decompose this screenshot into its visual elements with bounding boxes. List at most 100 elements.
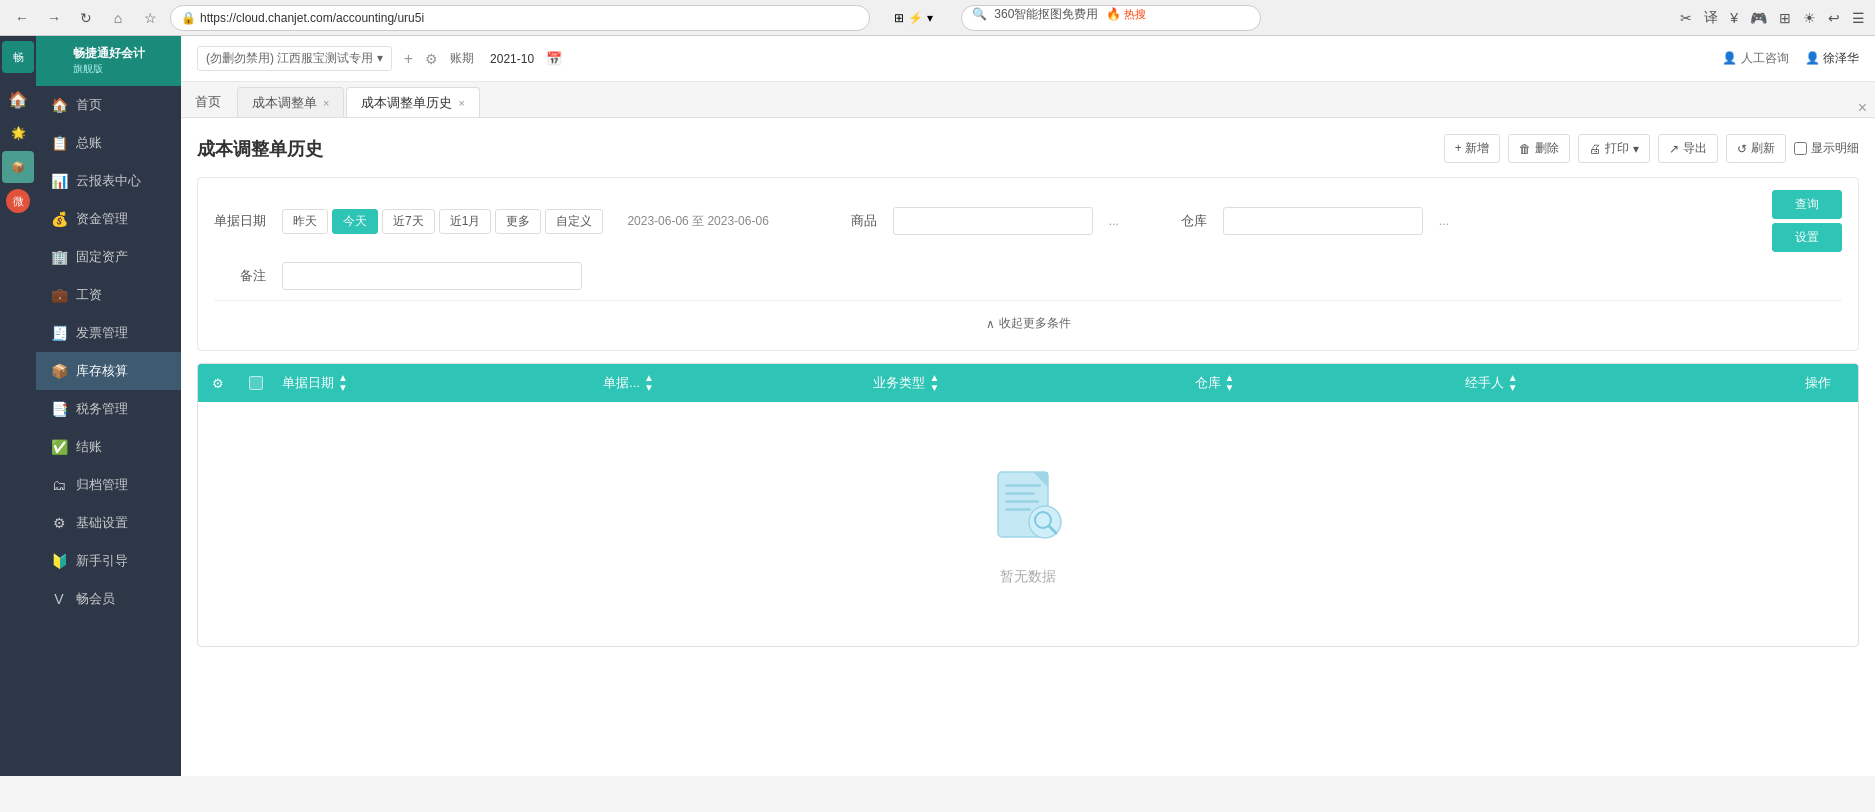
home-button[interactable]: ⌂ xyxy=(106,6,130,30)
back-button[interactable]: ← xyxy=(10,6,34,30)
filter-row-date: 单据日期 昨天 今天 近7天 近1月 更多 自定义 2023-06-06 至 2… xyxy=(214,190,1842,252)
th-date[interactable]: 单据日期 ▲▼ xyxy=(274,373,595,393)
search-bar[interactable]: 🔍 360智能抠图免费用 🔥 热搜 xyxy=(961,5,1261,31)
date-btn-more[interactable]: 更多 xyxy=(495,209,541,234)
sidebar-item-archive[interactable]: 🗂 归档管理 xyxy=(36,466,181,504)
search-btn[interactable]: 查询 xyxy=(1772,190,1842,219)
tab-cost-adjust-history-close[interactable]: × xyxy=(458,97,464,109)
sidebar-item-funds[interactable]: 💰 资金管理 xyxy=(36,200,181,238)
sidebar-item-archive-label: 归档管理 xyxy=(76,476,128,494)
grid-icon: ⊞ xyxy=(894,11,904,25)
th-operator-sort-icon: ▲▼ xyxy=(1508,373,1518,393)
tab-cost-adjust-history-label: 成本调整单历史 xyxy=(361,94,452,112)
funds-icon: 💰 xyxy=(50,211,68,227)
forward-button[interactable]: → xyxy=(42,6,66,30)
th-type-sort-icon: ▲▼ xyxy=(929,373,939,393)
delete-icon: 🗑 xyxy=(1519,142,1531,156)
collapse-btn[interactable]: ∧ 收起更多条件 xyxy=(986,309,1071,338)
display-toggle-checkbox[interactable] xyxy=(1794,142,1807,155)
goods-filter-input[interactable] xyxy=(893,207,1093,235)
service-btn[interactable]: 👤 人工咨询 xyxy=(1722,50,1788,67)
sidebar-item-tax-label: 税务管理 xyxy=(76,400,128,418)
add-company-btn[interactable]: + xyxy=(404,50,413,68)
display-toggle[interactable]: 显示明细 xyxy=(1794,140,1859,157)
browser-chrome: ← → ↻ ⌂ ☆ 🔒 https://cloud.chanjet.com/ac… xyxy=(0,0,1875,36)
th-checkbox[interactable] xyxy=(238,376,274,390)
left-icon-2[interactable]: 🏠 xyxy=(2,83,34,115)
tax-icon: 📑 xyxy=(50,401,68,417)
tab-cost-adjust-history[interactable]: 成本调整单历史 × xyxy=(346,87,479,117)
logo-text: 畅捷通好会计 xyxy=(73,46,145,62)
bookmark-button[interactable]: ☆ xyxy=(138,6,162,30)
sidebar-item-salary[interactable]: 💼 工资 xyxy=(36,276,181,314)
sidebar-item-ledger[interactable]: 📋 总账 xyxy=(36,124,181,162)
left-icon-weibo[interactable]: 微 xyxy=(6,189,30,213)
date-btn-1month[interactable]: 近1月 xyxy=(439,209,492,234)
calendar-icon[interactable]: 📅 xyxy=(546,51,562,66)
th-gear-btn[interactable]: ⚙ xyxy=(198,376,238,391)
collapse-label: 收起更多条件 xyxy=(999,315,1071,332)
close-all-icon[interactable]: × xyxy=(1858,99,1867,117)
left-icon-4[interactable]: 📦 xyxy=(2,151,34,183)
url-bar[interactable]: 🔒 https://cloud.chanjet.com/accounting/u… xyxy=(170,5,870,31)
tab-cost-adjust-close[interactable]: × xyxy=(323,97,329,109)
delete-btn[interactable]: 🗑 删除 xyxy=(1508,134,1570,163)
sidebar-item-guide-label: 新手引导 xyxy=(76,552,128,570)
left-icon-3[interactable]: 🌟 xyxy=(2,117,34,149)
collapse-section: ∧ 收起更多条件 xyxy=(214,300,1842,338)
svg-rect-1 xyxy=(1005,484,1041,487)
sidebar-item-inventory[interactable]: 📦 库存核算 xyxy=(36,352,181,390)
user-avatar[interactable]: 👤 徐泽华 xyxy=(1805,50,1859,67)
refresh-button[interactable]: ↻ xyxy=(74,6,98,30)
tab-bar-close[interactable]: × xyxy=(1858,99,1875,117)
th-operator[interactable]: 经手人 ▲▼ xyxy=(1457,373,1778,393)
date-btn-yesterday[interactable]: 昨天 xyxy=(282,209,328,234)
sidebar-item-settings[interactable]: ⚙ 基础设置 xyxy=(36,504,181,542)
browser-right-tools: ✂ 译 ¥ 🎮 ⊞ ☀ ↩ ☰ xyxy=(1680,9,1865,27)
setting-btn[interactable]: 设置 xyxy=(1772,223,1842,252)
table-container: ⚙ 单据日期 ▲▼ 单据... ▲▼ 业务类型 ▲▼ xyxy=(197,363,1859,647)
svg-rect-4 xyxy=(1005,508,1031,511)
menu-icon: ☰ xyxy=(1852,10,1865,26)
top-bar-left: (勿删勿禁用) 江西服宝测试专用 ▾ + ⚙ 账期 2021-10 📅 xyxy=(197,46,562,71)
left-icon-2-symbol: 🏠 xyxy=(8,90,28,109)
sidebar-item-invoice-label: 发票管理 xyxy=(76,324,128,342)
sidebar-item-close[interactable]: ✅ 结账 xyxy=(36,428,181,466)
th-warehouse[interactable]: 仓库 ▲▼ xyxy=(1187,373,1457,393)
gear-icon: ⚙ xyxy=(212,376,224,391)
sidebar-item-vip[interactable]: V 畅会员 xyxy=(36,580,181,618)
th-type[interactable]: 业务类型 ▲▼ xyxy=(865,373,1186,393)
note-filter-input[interactable] xyxy=(282,262,582,290)
empty-state: 暂无数据 xyxy=(198,402,1858,646)
sidebar-item-invoice[interactable]: 🧾 发票管理 xyxy=(36,314,181,352)
th-voucher[interactable]: 单据... ▲▼ xyxy=(595,373,865,393)
tab-home[interactable]: 首页 xyxy=(181,87,235,117)
th-type-label: 业务类型 xyxy=(873,374,925,392)
tab-cost-adjust[interactable]: 成本调整单 × xyxy=(237,87,344,117)
company-selector[interactable]: (勿删勿禁用) 江西服宝测试专用 ▾ xyxy=(197,46,392,71)
sidebar-item-guide[interactable]: 🔰 新手引导 xyxy=(36,542,181,580)
warehouse-filter-input[interactable] xyxy=(1223,207,1423,235)
settings-top-icon[interactable]: ⚙ xyxy=(425,51,438,67)
date-btn-custom[interactable]: 自定义 xyxy=(545,209,603,234)
new-btn[interactable]: + 新增 xyxy=(1444,134,1500,163)
goods-more-btn[interactable]: ... xyxy=(1109,214,1119,228)
date-btn-7days[interactable]: 近7天 xyxy=(382,209,435,234)
sidebar-item-reports[interactable]: 📊 云报表中心 xyxy=(36,162,181,200)
export-btn[interactable]: ↗ 导出 xyxy=(1658,134,1718,163)
print-btn[interactable]: 🖨 打印 ▾ xyxy=(1578,134,1650,163)
sidebar-item-tax[interactable]: 📑 税务管理 xyxy=(36,390,181,428)
empty-text: 暂无数据 xyxy=(1000,568,1056,586)
bolt-icon: ⚡ xyxy=(908,11,923,25)
action-buttons-right: 查询 设置 xyxy=(1772,190,1842,252)
th-actions-label: 操作 xyxy=(1805,374,1831,392)
th-actions: 操作 xyxy=(1778,374,1858,392)
date-btn-today[interactable]: 今天 xyxy=(332,209,378,234)
th-operator-label: 经手人 xyxy=(1465,374,1504,392)
warehouse-more-btn[interactable]: ... xyxy=(1439,214,1449,228)
page-header: 成本调整单历史 + 新增 🗑 删除 🖨 打印 ▾ ↗ 导出 xyxy=(197,134,1859,163)
sidebar-item-assets[interactable]: 🏢 固定资产 xyxy=(36,238,181,276)
main-content: 成本调整单历史 + 新增 🗑 删除 🖨 打印 ▾ ↗ 导出 xyxy=(181,118,1875,776)
sidebar-item-home[interactable]: 🏠 首页 xyxy=(36,86,181,124)
refresh-btn[interactable]: ↺ 刷新 xyxy=(1726,134,1786,163)
